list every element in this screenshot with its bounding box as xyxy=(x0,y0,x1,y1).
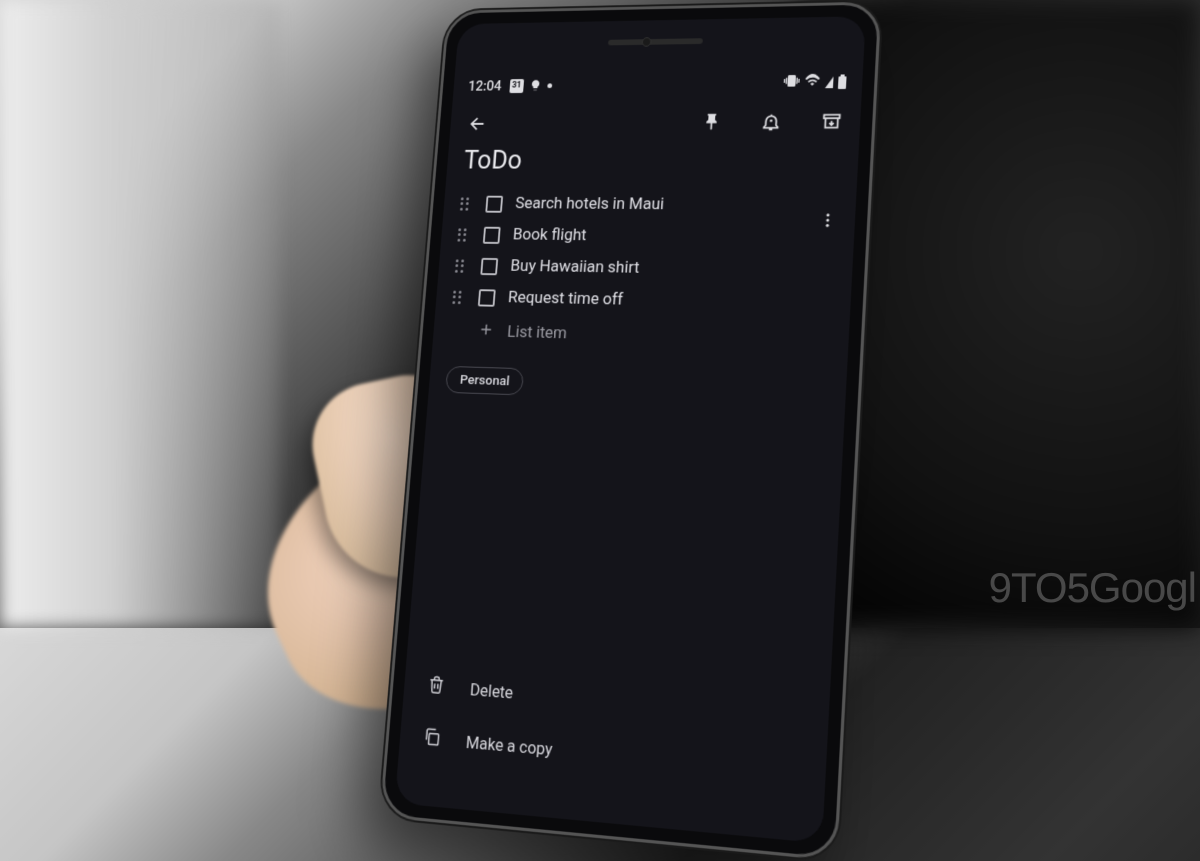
drag-handle-icon[interactable] xyxy=(452,290,466,304)
label-chip[interactable]: Personal xyxy=(445,366,524,396)
item-text[interactable]: Search hotels in Maui xyxy=(515,195,665,214)
speaker xyxy=(608,38,703,45)
note-title[interactable]: ToDo xyxy=(445,137,859,190)
phone-frame: 12:04 31 xyxy=(379,1,881,861)
plus-icon xyxy=(477,321,495,342)
checkbox[interactable] xyxy=(485,195,503,212)
front-camera xyxy=(642,37,652,47)
checkbox[interactable] xyxy=(480,257,498,274)
checkbox[interactable] xyxy=(478,289,496,306)
bulb-icon xyxy=(528,79,542,92)
battery-icon xyxy=(838,76,847,89)
status-bar: 12:04 31 xyxy=(453,66,863,99)
drag-handle-icon[interactable] xyxy=(455,259,469,272)
wifi-icon xyxy=(804,73,821,92)
signal-icon xyxy=(825,77,834,89)
vibrate-icon xyxy=(783,73,800,92)
watermark: 9TO5Googl xyxy=(989,564,1196,612)
item-text[interactable]: Request time off xyxy=(507,289,623,310)
calendar-icon: 31 xyxy=(509,79,524,93)
archive-button[interactable] xyxy=(798,111,842,136)
screen: 12:04 31 xyxy=(395,66,863,843)
list-item: Book flight xyxy=(457,219,837,255)
bottom-sheet: Delete Make a copy xyxy=(395,652,831,843)
notification-dot-icon xyxy=(547,83,552,88)
checkbox[interactable] xyxy=(483,226,501,243)
status-time: 12:04 xyxy=(468,78,503,94)
copy-icon xyxy=(422,726,443,752)
back-button[interactable] xyxy=(466,114,488,138)
delete-label: Delete xyxy=(469,680,513,703)
phone-bezel: 12:04 31 xyxy=(395,16,866,843)
checklist: Search hotels in Maui Book flight Buy Ha… xyxy=(432,188,856,360)
add-item-label: List item xyxy=(507,323,568,343)
item-text[interactable]: Buy Hawaiian shirt xyxy=(510,257,640,277)
copy-label: Make a copy xyxy=(465,732,553,759)
add-list-item[interactable]: List item xyxy=(449,312,832,359)
reminder-button[interactable] xyxy=(738,112,782,136)
item-text[interactable]: Book flight xyxy=(512,226,587,245)
trash-icon xyxy=(426,674,447,700)
drag-handle-icon[interactable] xyxy=(457,228,471,241)
pin-button[interactable] xyxy=(679,112,722,136)
list-item: Search hotels in Maui xyxy=(459,188,838,222)
overflow-menu-button[interactable] xyxy=(818,214,837,233)
background-left xyxy=(0,0,280,628)
app-toolbar xyxy=(450,96,862,138)
drag-handle-icon[interactable] xyxy=(460,197,474,210)
